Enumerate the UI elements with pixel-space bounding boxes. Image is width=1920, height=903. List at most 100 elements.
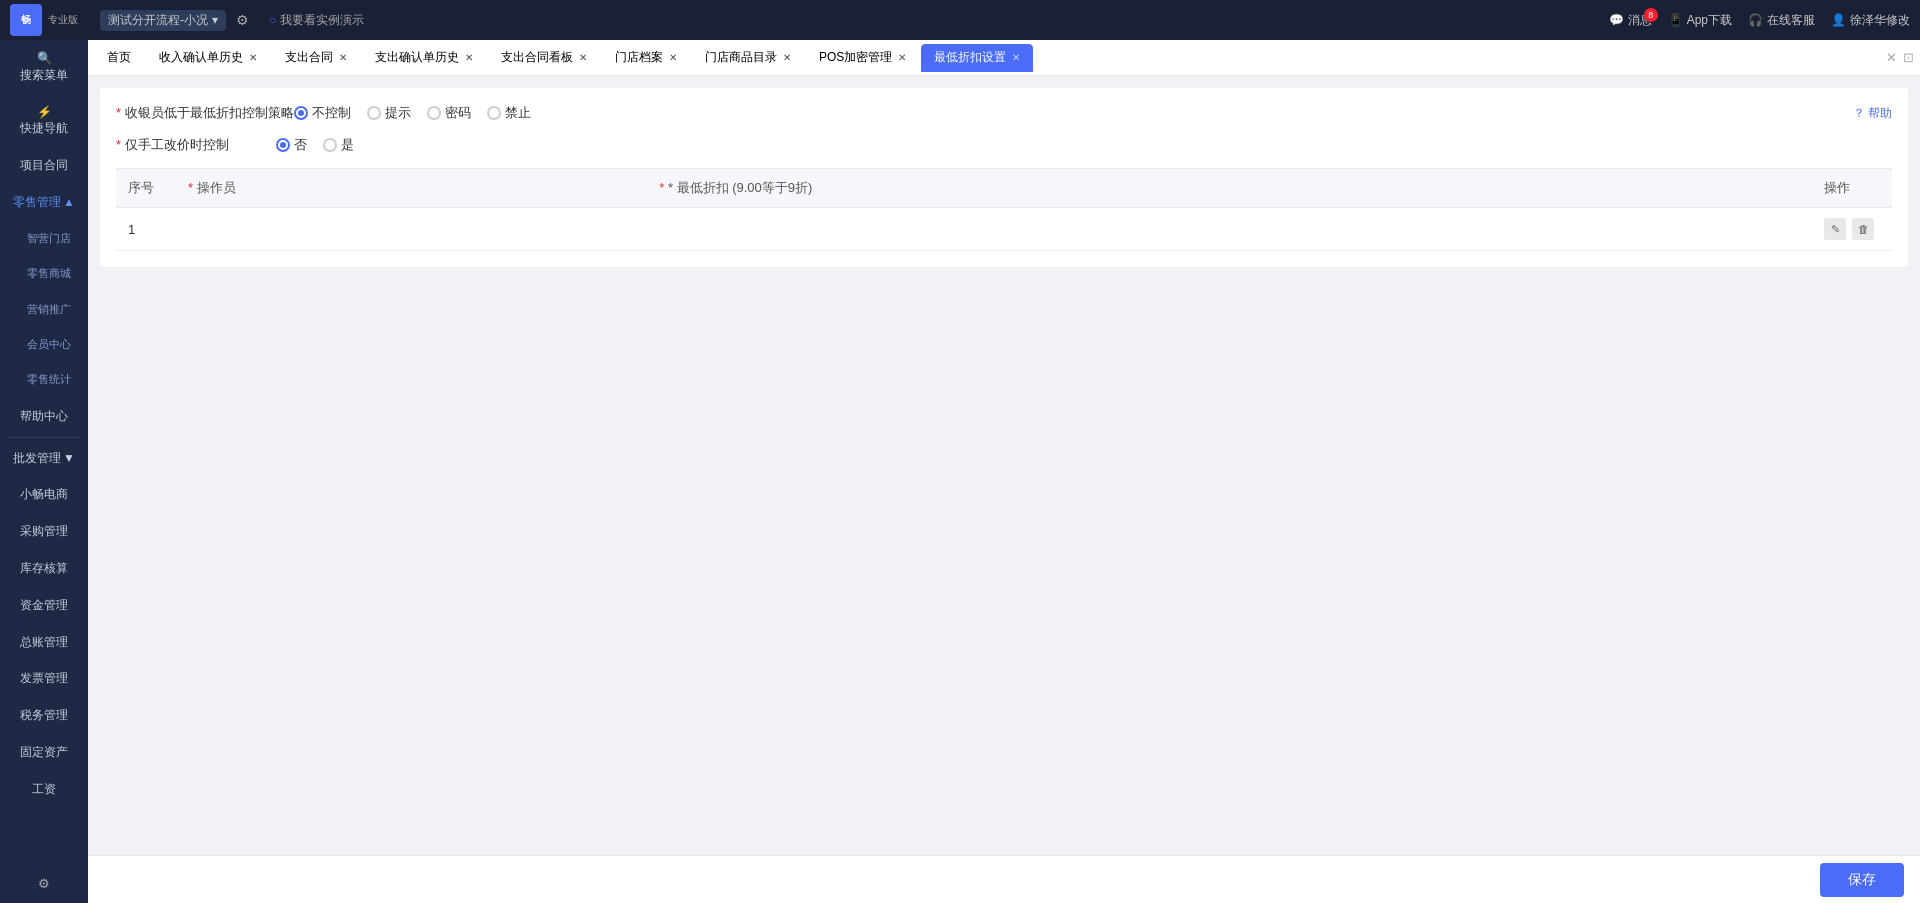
tab-home-label: 首页 [107,49,131,66]
dropdown-arrow-icon: ▾ [212,13,218,27]
tab-income-history-close[interactable]: ✕ [249,52,257,63]
tab-payment-confirm[interactable]: 支出确认单历史 ✕ [362,44,486,72]
topbar-right: 💬 消息 8 📱 App下载 🎧 在线客服 👤 徐泽华修改 [1609,12,1910,29]
tab-pos-password[interactable]: POS加密管理 ✕ [806,44,919,72]
tab-payment-board-close[interactable]: ✕ [579,52,587,63]
tab-payment-confirm-close[interactable]: ✕ [465,52,473,63]
strategy-label: * 收银员低于最低折扣控制策略 [116,104,294,122]
sidebar-item-inventory[interactable]: 库存核算 [0,550,88,587]
sidebar-item-retail[interactable]: 零售管理 ▲ [0,184,88,221]
tab-payment-contract-close[interactable]: ✕ [339,52,347,63]
delete-row-button[interactable]: 🗑 [1852,218,1874,240]
sidebar-label-finance: 资金管理 [0,597,88,614]
strategy-required-mark: * [116,105,121,120]
sidebar-item-shortcut[interactable]: ⚡ 快捷导航 [0,94,88,148]
sidebar-item-fixed-assets[interactable]: 固定资产 [0,734,88,771]
tab-min-discount-close[interactable]: ✕ [1012,52,1020,63]
sidebar-label-search: 搜索菜单 [0,67,88,84]
expand-tab-button[interactable]: ⊡ [1903,50,1914,65]
username-label: 徐泽华修改 [1850,12,1910,29]
user-profile-button[interactable]: 👤 徐泽华修改 [1831,12,1910,29]
manual-price-radio-yes[interactable] [323,138,337,152]
tab-min-discount-label: 最低折扣设置 [934,49,1006,66]
row-actions: ✎ 🗑 [1824,218,1880,240]
project-name: 测试分开流程-小况 [108,12,208,29]
strategy-option-password[interactable]: 密码 [427,104,471,122]
tab-pos-password-close[interactable]: ✕ [898,52,906,63]
manual-price-radio-no[interactable] [276,138,290,152]
customer-service-button[interactable]: 🎧 在线客服 [1748,12,1815,29]
tab-income-history[interactable]: 收入确认单历史 ✕ [146,44,270,72]
sidebar-item-member[interactable]: 会员中心 [0,327,88,362]
demo-link[interactable]: ○ 我要看实例演示 [269,12,364,29]
manual-price-option-no[interactable]: 否 [276,136,307,154]
sidebar-item-finance[interactable]: 资金管理 [0,587,88,624]
sidebar-item-smart-store[interactable]: 智营门店 [0,221,88,256]
app-logo: 畅 专业版 [10,4,90,36]
tabbar-actions: ✕ ⊡ [1886,50,1914,65]
strategy-password-label: 密码 [445,104,471,122]
sidebar-item-wholesale[interactable]: 批发管理 ▼ [0,440,88,477]
save-button[interactable]: 保存 [1820,863,1904,897]
sidebar-label-fixed-assets: 固定资产 [0,744,88,761]
app-download-button[interactable]: 📱 App下载 [1668,12,1732,29]
cell-action: ✎ 🗑 [1812,208,1892,251]
tab-payment-board[interactable]: 支出合同看板 ✕ [488,44,600,72]
wholesale-arrow-icon: ▼ [63,450,75,467]
manual-price-option-yes[interactable]: 是 [323,136,354,154]
tab-min-discount[interactable]: 最低折扣设置 ✕ [921,44,1033,72]
strategy-radio-password[interactable] [427,106,441,120]
messages-button[interactable]: 💬 消息 8 [1609,12,1652,29]
sidebar-divider [8,437,80,438]
logo-text: 畅 [21,13,31,27]
tab-payment-board-label: 支出合同看板 [501,49,573,66]
sidebar-item-project[interactable]: 项目合同 [0,147,88,184]
tab-store-products[interactable]: 门店商品目录 ✕ [692,44,804,72]
sidebar-settings-button[interactable]: ⚙ [0,864,88,903]
tab-store-files[interactable]: 门店档案 ✕ [602,44,690,72]
th-seq: 序号 [116,169,176,208]
project-selector[interactable]: 测试分开流程-小况 ▾ [100,10,226,31]
edit-row-button[interactable]: ✎ [1824,218,1846,240]
sidebar-item-help[interactable]: 帮助中心 [0,398,88,435]
tab-pos-password-label: POS加密管理 [819,49,892,66]
sidebar-label-wholesale: 批发管理 [13,450,61,467]
strategy-radio-group: 不控制 提示 密码 禁止 [294,104,531,122]
sidebar-label-marketing: 营销推广 [10,302,88,317]
tab-store-files-label: 门店档案 [615,49,663,66]
strategy-option-no-control[interactable]: 不控制 [294,104,351,122]
strategy-option-prompt[interactable]: 提示 [367,104,411,122]
sidebar-item-marketing[interactable]: 营销推广 [0,292,88,327]
page-content: * 收银员低于最低折扣控制策略 不控制 提示 [88,76,1920,855]
tab-store-products-close[interactable]: ✕ [783,52,791,63]
page-footer: 保存 [88,855,1920,903]
tab-store-files-close[interactable]: ✕ [669,52,677,63]
help-button[interactable]: ？ 帮助 [1853,105,1892,122]
phone-icon: 📱 [1668,13,1683,27]
strategy-prompt-label: 提示 [385,104,411,122]
sidebar-item-ecommerce[interactable]: 小畅电商 [0,476,88,513]
cell-seq: 1 [116,208,176,251]
sidebar-item-salary[interactable]: 工资 [0,771,88,808]
strategy-forbid-label: 禁止 [505,104,531,122]
edition-label: 专业版 [48,13,78,27]
sidebar-item-retail-stats[interactable]: 零售统计 [0,362,88,397]
settings-button[interactable]: ⚙ [236,12,249,28]
strategy-radio-forbid[interactable] [487,106,501,120]
tab-home[interactable]: 首页 [94,44,144,72]
sidebar-item-tax[interactable]: 税务管理 [0,697,88,734]
close-tab-button[interactable]: ✕ [1886,50,1897,65]
sidebar-item-retail-mall[interactable]: 零售商城 [0,256,88,291]
tab-payment-contract[interactable]: 支出合同 ✕ [272,44,360,72]
strategy-radio-prompt[interactable] [367,106,381,120]
form-row-strategy: * 收银员低于最低折扣控制策略 不控制 提示 [116,104,1892,122]
strategy-option-forbid[interactable]: 禁止 [487,104,531,122]
strategy-radio-no-control[interactable] [294,106,308,120]
sidebar-item-purchase[interactable]: 采购管理 [0,513,88,550]
sidebar-item-search[interactable]: 🔍 搜索菜单 [0,40,88,94]
sidebar-item-invoice[interactable]: 发票管理 [0,660,88,697]
help-label: 帮助 [1868,106,1892,120]
logo-icon: 畅 [10,4,42,36]
sidebar-item-ledger[interactable]: 总账管理 [0,624,88,661]
discount-table-section: 序号 操作员 * 最低折扣 (9.00等于9折) 操作 1 [116,168,1892,251]
